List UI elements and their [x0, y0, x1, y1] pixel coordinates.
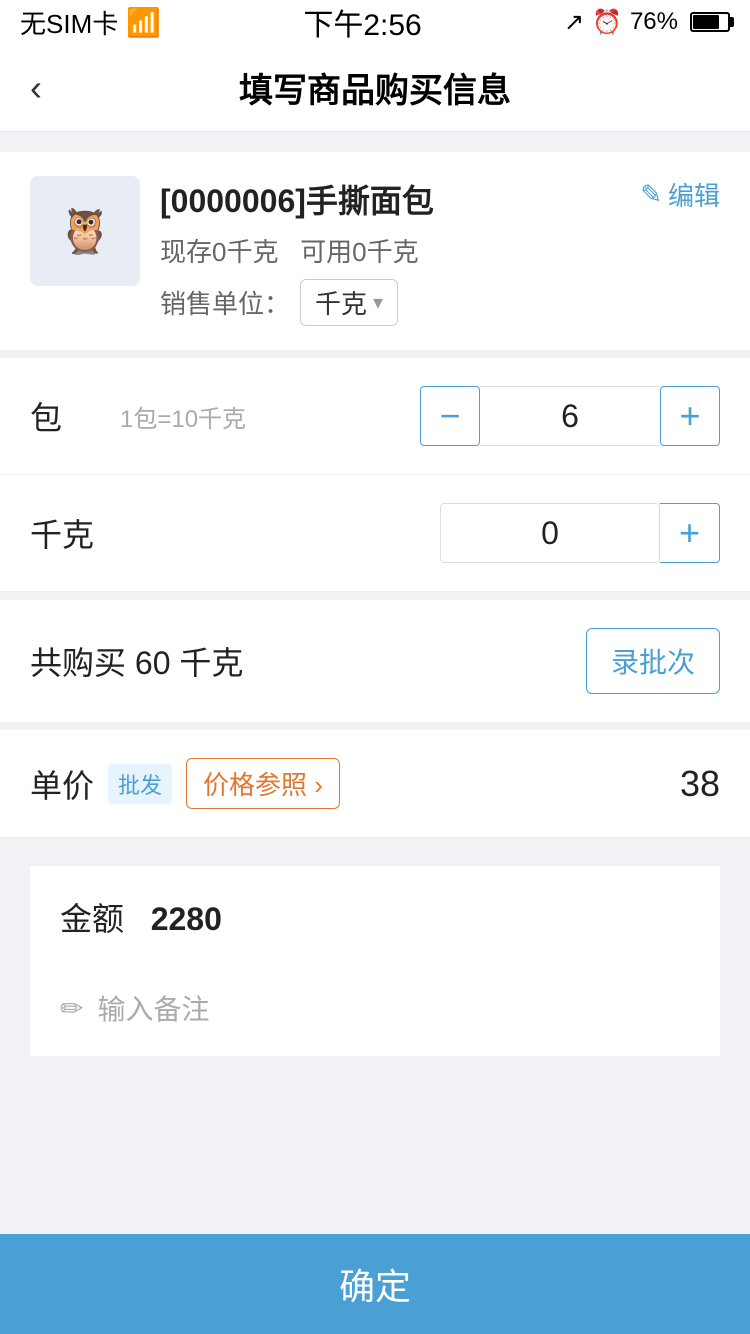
unit-select[interactable]: 千克 ▾ — [300, 279, 398, 326]
kg-input-row: 千克 + — [0, 475, 750, 592]
bao-plus-button[interactable]: + — [660, 386, 720, 446]
remark-row[interactable]: ✏ 输入备注 — [30, 968, 720, 1056]
bao-qty-input[interactable] — [480, 386, 660, 446]
chevron-down-icon: ▾ — [373, 290, 383, 315]
location-icon: ↗ — [564, 8, 584, 37]
edit-button[interactable]: ✎ 编辑 — [640, 176, 720, 213]
battery-icon — [690, 12, 730, 32]
price-label: 单价 — [30, 761, 94, 807]
status-bar: 无SIM卡 📶 下午2:56 ↗ ⏰ 76% — [0, 0, 750, 44]
kg-label: 千克 — [30, 510, 110, 556]
product-thumbnail: 🦉 — [30, 176, 140, 286]
page-title: 填写商品购买信息 — [239, 63, 511, 112]
remark-hint: 输入备注 — [97, 988, 209, 1028]
confirm-button[interactable]: 确定 — [0, 1234, 750, 1334]
price-value: 38 — [680, 763, 720, 805]
bao-label: 包 — [30, 393, 110, 439]
kg-qty-control: + — [440, 503, 720, 563]
bao-qty-control: − + — [420, 386, 720, 446]
price-left: 单价 批发 价格参照 › — [30, 758, 340, 809]
amount-section: 金额 2280 ✏ 输入备注 — [0, 838, 750, 1056]
spacer — [0, 1056, 750, 1234]
input-section: 包 1包=10千克 − + 千克 + — [0, 358, 750, 592]
price-section: 单价 批发 价格参照 › 38 — [0, 730, 750, 838]
product-stock: 现存0千克 可用0千克 — [160, 232, 620, 269]
status-right: ↗ ⏰ 76% — [564, 8, 730, 37]
kg-qty-input[interactable] — [440, 503, 660, 563]
bao-hint: 1包=10千克 — [120, 399, 420, 434]
product-section: 🦉 [0000006]手撕面包 现存0千克 可用0千克 销售单位： 千克 ▾ ✎… — [0, 152, 750, 358]
bao-input-row: 包 1包=10千克 − + — [0, 358, 750, 475]
unit-value: 千克 — [315, 284, 367, 321]
nav-bar: ‹ 填写商品购买信息 — [0, 44, 750, 132]
product-logo-icon: 🦉 — [58, 205, 113, 257]
status-left: 无SIM卡 📶 — [20, 4, 161, 41]
battery-percent: 76% — [630, 8, 678, 36]
confirm-label: 确定 — [339, 1258, 411, 1310]
amount-text: 金额 2280 — [60, 901, 222, 937]
summary-text: 共购买 60 千克 — [30, 638, 243, 684]
price-tag-pifa: 批发 — [108, 764, 172, 804]
alarm-icon: ⏰ — [592, 8, 622, 37]
summary-section: 共购买 60 千克 录批次 — [0, 592, 750, 730]
amount-value: 2280 — [151, 901, 222, 937]
bao-minus-button[interactable]: − — [420, 386, 480, 446]
wifi-icon: 📶 — [126, 6, 161, 39]
price-ref-button[interactable]: 价格参照 › — [186, 758, 340, 809]
edit-icon: ✎ — [640, 179, 662, 210]
product-name: [0000006]手撕面包 — [160, 176, 620, 222]
product-unit-row: 销售单位： 千克 ▾ — [160, 279, 620, 326]
pencil-icon: ✏ — [60, 992, 83, 1025]
carrier-label: 无SIM卡 — [20, 4, 118, 41]
product-info: [0000006]手撕面包 现存0千克 可用0千克 销售单位： 千克 ▾ — [160, 176, 620, 326]
amount-row: 金额 2280 — [30, 866, 720, 968]
back-button[interactable]: ‹ — [30, 67, 42, 109]
status-time: 下午2:56 — [303, 0, 421, 44]
kg-plus-button[interactable]: + — [660, 503, 720, 563]
batch-button[interactable]: 录批次 — [586, 628, 720, 694]
